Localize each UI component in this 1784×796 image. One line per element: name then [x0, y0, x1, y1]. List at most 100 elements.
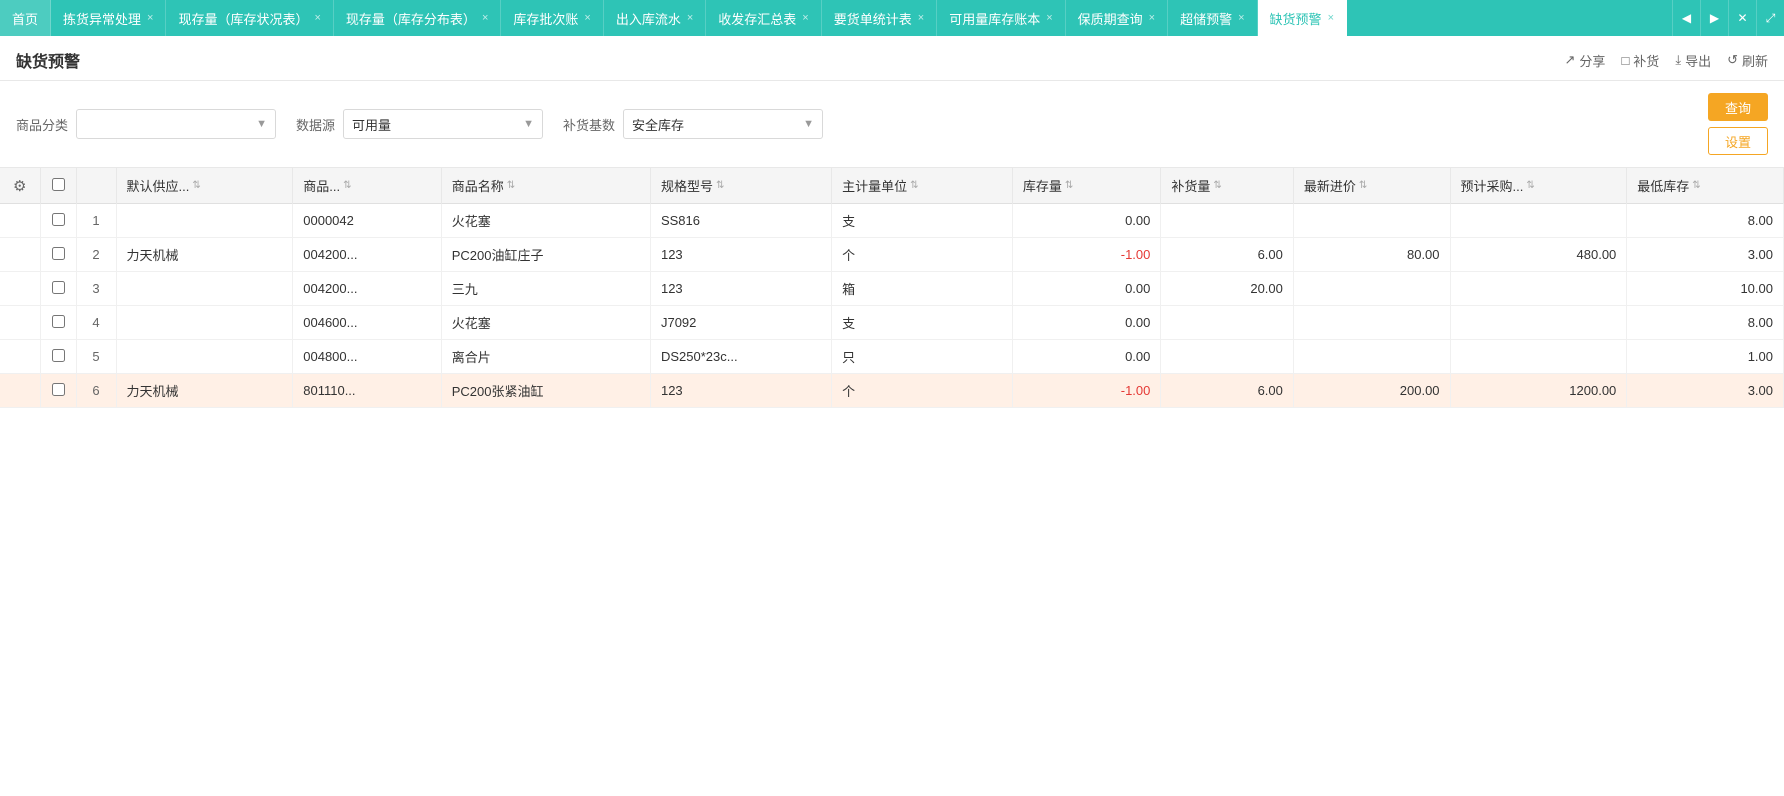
row-settings-cell: [0, 306, 40, 340]
sort-spec-icon[interactable]: ⇅: [716, 180, 724, 191]
filter-area: 商品分类 ▼ 数据源 可用量 ▼ 补货基数 安全库存 ▼ 查询 设置: [0, 81, 1784, 168]
tab-close-stock-status[interactable]: ×: [314, 12, 320, 24]
row-num-cell: 6: [76, 374, 116, 408]
category-select[interactable]: ▼: [76, 109, 276, 139]
tab-close-expiry-query[interactable]: ×: [1149, 12, 1155, 24]
row-settings-cell: [0, 340, 40, 374]
select-all-checkbox[interactable]: [52, 178, 65, 191]
category-label: 商品分类: [16, 115, 68, 134]
row-settings-cell: [0, 374, 40, 408]
table-body: 1 0000042 火花塞 SS816 支 0.00 8.00 2 力天机械 0…: [0, 204, 1784, 408]
tab-close-overstock[interactable]: ×: [1238, 12, 1244, 24]
tab-available-ledger[interactable]: 可用量库存账本 ×: [937, 0, 1065, 36]
row-check-cell: [40, 340, 76, 374]
row-code-cell: 004800...: [293, 340, 441, 374]
main-content: 缺货预警 ↗ 分享 □ 补货 ⤓ 导出 ↺ 刷新 商品分类: [0, 36, 1784, 796]
row-latest-price-cell: [1293, 272, 1450, 306]
page-header: 缺货预警 ↗ 分享 □ 补货 ⤓ 导出 ↺ 刷新: [0, 36, 1784, 81]
row-min-stock-cell: 3.00: [1627, 374, 1784, 408]
column-settings-icon[interactable]: ⚙: [13, 178, 26, 195]
row-stock-cell: 0.00: [1012, 272, 1160, 306]
row-checkbox[interactable]: [52, 213, 65, 226]
table-row: 4 004600... 火花塞 J7092 支 0.00 8.00: [0, 306, 1784, 340]
datasource-select[interactable]: 可用量 ▼: [343, 109, 543, 139]
row-unit-cell: 只: [832, 340, 1013, 374]
tab-nav-controls: ◀ ▶ ✕ ⤢: [1672, 0, 1784, 36]
row-checkbox[interactable]: [52, 281, 65, 294]
sort-stock-icon[interactable]: ⇅: [1065, 180, 1073, 191]
tab-close-inout-flow[interactable]: ×: [687, 12, 693, 24]
row-stock-cell: 0.00: [1012, 340, 1160, 374]
tab-demand-stat[interactable]: 要货单统计表 ×: [822, 0, 937, 36]
sort-supplier-icon[interactable]: ⇅: [192, 180, 200, 191]
row-checkbox[interactable]: [52, 349, 65, 362]
sort-unit-icon[interactable]: ⇅: [910, 180, 918, 191]
row-supplier-cell: 力天机械: [116, 238, 293, 272]
tab-batch-account[interactable]: 库存批次账 ×: [501, 0, 603, 36]
table-row: 5 004800... 离合片 DS250*23c... 只 0.00 1.00: [0, 340, 1784, 374]
sort-latest-price-icon[interactable]: ⇅: [1359, 180, 1367, 191]
tab-close-abnormal[interactable]: ×: [147, 12, 153, 24]
th-est-purchase: 预计采购... ⇅: [1450, 168, 1627, 204]
tab-next-btn[interactable]: ▶: [1700, 0, 1728, 36]
tab-inout-flow[interactable]: 出入库流水 ×: [604, 0, 706, 36]
tab-close-shortage[interactable]: ×: [1328, 12, 1334, 24]
replenish-action[interactable]: □ 补货: [1621, 51, 1659, 70]
row-supplier-cell: [116, 306, 293, 340]
row-name-cell: 火花塞: [441, 306, 650, 340]
header-actions: ↗ 分享 □ 补货 ⤓ 导出 ↺ 刷新: [1565, 51, 1768, 70]
share-action[interactable]: ↗ 分享: [1565, 51, 1606, 70]
tab-close-stock-dist[interactable]: ×: [482, 12, 488, 24]
sort-est-purchase-icon[interactable]: ⇅: [1526, 180, 1534, 191]
row-est-purchase-cell: [1450, 204, 1627, 238]
row-spec-cell: 123: [650, 238, 831, 272]
tab-collect-summary[interactable]: 收发存汇总表 ×: [706, 0, 821, 36]
row-stock-cell: 0.00: [1012, 204, 1160, 238]
sort-code-icon[interactable]: ⇅: [343, 180, 351, 191]
sort-replenish-icon[interactable]: ⇅: [1213, 180, 1221, 191]
replenish-base-select[interactable]: 安全库存 ▼: [623, 109, 823, 139]
tab-shortage[interactable]: 缺货预警 ×: [1258, 0, 1347, 36]
refresh-action[interactable]: ↺ 刷新: [1727, 51, 1768, 70]
row-num-cell: 2: [76, 238, 116, 272]
row-stock-cell: 0.00: [1012, 306, 1160, 340]
row-num-cell: 4: [76, 306, 116, 340]
tab-close-collect-summary[interactable]: ×: [802, 12, 808, 24]
tab-stock-dist[interactable]: 现存量（库存分布表） ×: [334, 0, 501, 36]
tab-expiry-query[interactable]: 保质期查询 ×: [1066, 0, 1168, 36]
row-checkbox[interactable]: [52, 383, 65, 396]
share-icon: ↗: [1565, 52, 1576, 68]
th-stock: 库存量 ⇅: [1012, 168, 1160, 204]
refresh-icon: ↺: [1727, 52, 1738, 68]
sort-min-stock-icon[interactable]: ⇅: [1692, 180, 1700, 191]
row-check-cell: [40, 204, 76, 238]
query-button[interactable]: 查询: [1708, 93, 1768, 121]
category-select-arrow: ▼: [256, 118, 267, 130]
tab-overstock[interactable]: 超储预警 ×: [1168, 0, 1257, 36]
tab-close-available-ledger[interactable]: ×: [1046, 12, 1052, 24]
row-replenish-cell: 20.00: [1161, 272, 1294, 306]
sort-name-icon[interactable]: ⇅: [507, 180, 515, 191]
table-header-row: ⚙ 默认供应... ⇅ 商品...: [0, 168, 1784, 204]
row-checkbox[interactable]: [52, 315, 65, 328]
row-name-cell: PC200油缸庄子: [441, 238, 650, 272]
table-row: 1 0000042 火花塞 SS816 支 0.00 8.00: [0, 204, 1784, 238]
tab-abnormal[interactable]: 拣货异常处理 ×: [51, 0, 166, 36]
row-check-cell: [40, 306, 76, 340]
row-supplier-cell: [116, 272, 293, 306]
tab-stock-status[interactable]: 现存量（库存状况表） ×: [166, 0, 333, 36]
settings-button[interactable]: 设置: [1708, 127, 1768, 155]
row-checkbox[interactable]: [52, 247, 65, 260]
tab-close-batch-account[interactable]: ×: [584, 12, 590, 24]
tab-close-others-btn[interactable]: ✕: [1728, 0, 1756, 36]
row-spec-cell: 123: [650, 374, 831, 408]
row-code-cell: 004200...: [293, 272, 441, 306]
export-action[interactable]: ⤓ 导出: [1675, 51, 1711, 70]
table-row: 6 力天机械 801110... PC200张紧油缸 123 个 -1.00 6…: [0, 374, 1784, 408]
tab-home[interactable]: 首页: [0, 0, 51, 36]
tab-prev-btn[interactable]: ◀: [1672, 0, 1700, 36]
tab-close-demand-stat[interactable]: ×: [918, 12, 924, 24]
row-settings-cell: [0, 272, 40, 306]
tab-maximize-btn[interactable]: ⤢: [1756, 0, 1784, 36]
row-latest-price-cell: 200.00: [1293, 374, 1450, 408]
